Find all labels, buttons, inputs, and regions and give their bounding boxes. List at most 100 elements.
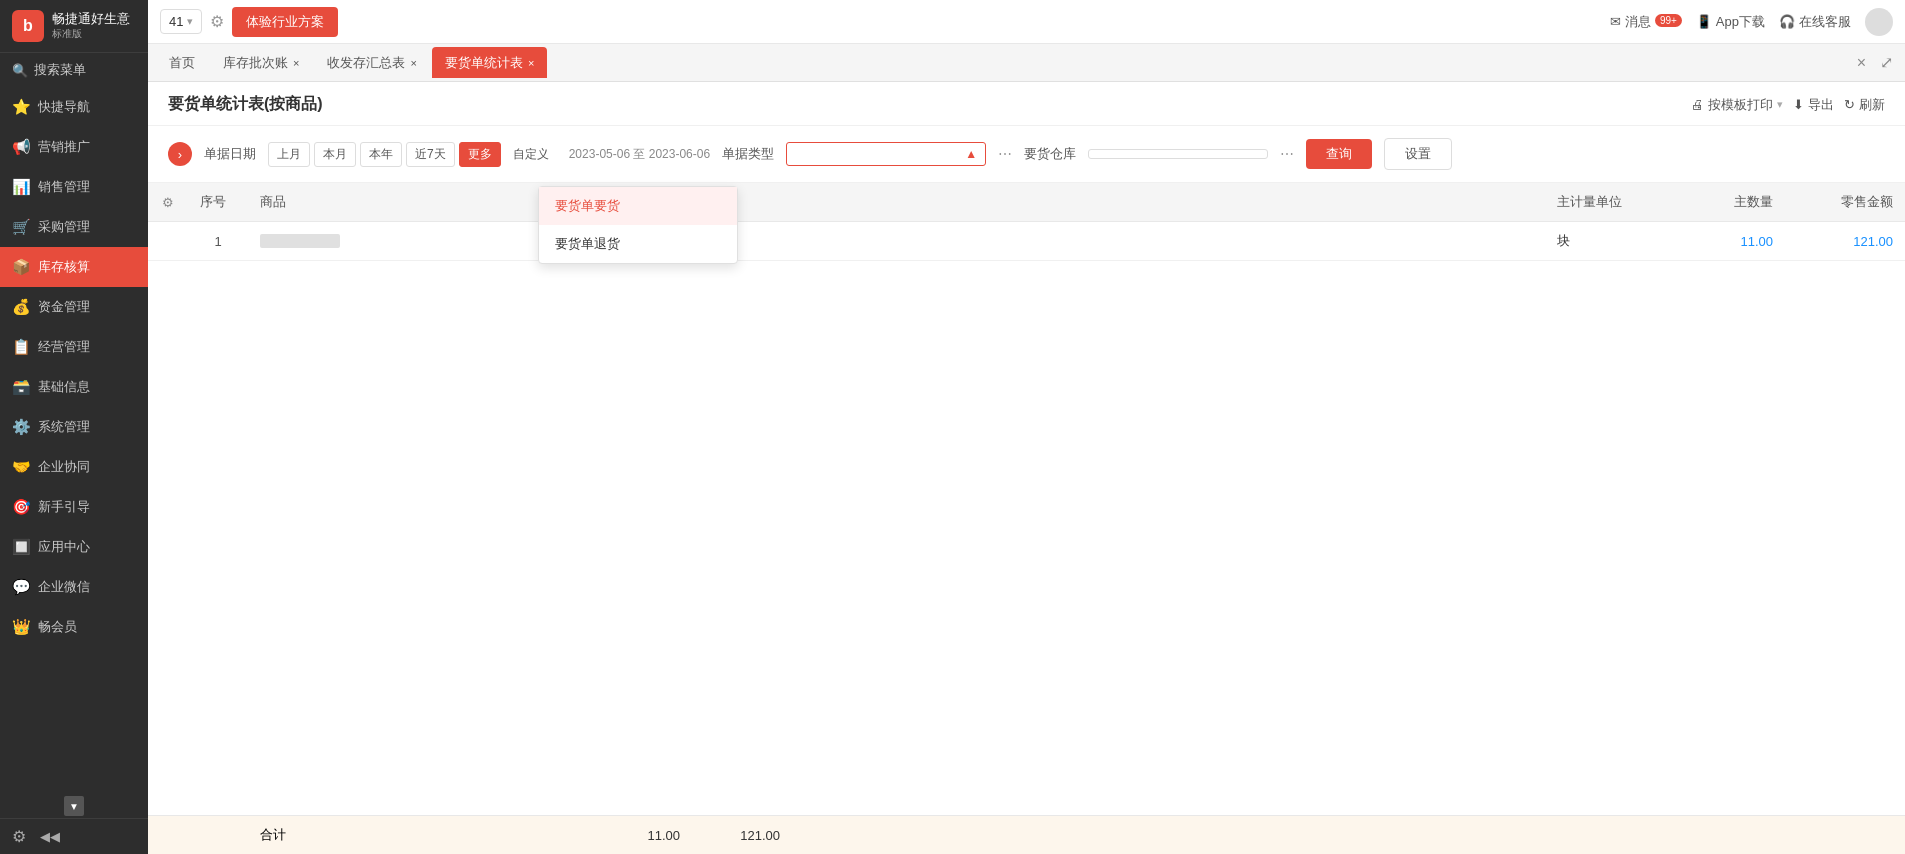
query-button[interactable]: 查询 [1306, 139, 1372, 169]
quick-nav-icon: ⭐ [12, 98, 30, 116]
th-product: 商品 [248, 183, 1545, 222]
row-product-cell [248, 222, 1545, 261]
sidebar-item-label: 系统管理 [38, 418, 90, 436]
export-action[interactable]: ⬇ 导出 [1793, 96, 1834, 114]
sidebar-item-label: 基础信息 [38, 378, 90, 396]
tab-batch-close-icon[interactable]: × [293, 57, 299, 69]
dropdown-item-order-purchase[interactable]: 要货单要货 [539, 187, 737, 225]
row-quantity-cell[interactable]: 11.00 [1665, 222, 1785, 261]
user-avatar[interactable] [1865, 8, 1893, 36]
sidebar-item-basic[interactable]: 🗃️ 基础信息 [0, 367, 148, 407]
member-icon: 👑 [12, 618, 30, 636]
row-settings-cell [148, 222, 188, 261]
set-button[interactable]: 设置 [1384, 138, 1452, 170]
header-right: ✉ 消息 99+ 📱 App下载 🎧 在线客服 [1610, 8, 1893, 36]
sidebar-item-member[interactable]: 👑 畅会员 [0, 607, 148, 647]
sidebar-collapse-icon[interactable]: ◀◀ [40, 829, 60, 844]
sidebar-item-sales[interactable]: 📊 销售管理 [0, 167, 148, 207]
trial-button[interactable]: 体验行业方案 [232, 7, 338, 37]
sidebar-item-enterprise[interactable]: 🤝 企业协同 [0, 447, 148, 487]
date-btn-custom[interactable]: 自定义 [505, 143, 557, 166]
tabs-close-all-button[interactable]: × [1853, 51, 1870, 74]
date-btn-last-7-days[interactable]: 近7天 [406, 142, 455, 167]
sidebar-item-label: 资金管理 [38, 298, 90, 316]
page-title: 要货单统计表(按商品) [168, 94, 323, 115]
sidebar-item-label: 销售管理 [38, 178, 90, 196]
th-amount: 零售金额 [1785, 183, 1905, 222]
refresh-label: 刷新 [1859, 96, 1885, 114]
messages-icon: ✉ [1610, 14, 1621, 29]
warehouse-more-icon[interactable]: ⋯ [1280, 146, 1294, 162]
sidebar-item-label: 新手引导 [38, 498, 90, 516]
sidebar-item-label: 采购管理 [38, 218, 90, 236]
sidebar-item-guide[interactable]: 🎯 新手引导 [0, 487, 148, 527]
tab-summary-label: 收发存汇总表 [327, 54, 405, 72]
page-content: 要货单统计表(按商品) 🖨 按模板打印 ▾ ⬇ 导出 ↻ 刷新 [148, 82, 1905, 854]
warehouse-filter-label: 要货仓库 [1024, 145, 1076, 163]
app-download-action[interactable]: 📱 App下载 [1696, 13, 1765, 31]
tab-batch[interactable]: 库存批次账 × [210, 47, 312, 78]
filter-more-icon[interactable]: ⋯ [998, 146, 1012, 162]
tab-order-stats-close-icon[interactable]: × [528, 57, 534, 69]
tabs-bar: 首页 库存批次账 × 收发存汇总表 × 要货单统计表 × × ⤢ [148, 44, 1905, 82]
store-name: 41 [169, 14, 183, 29]
sidebar-item-quick-nav[interactable]: ⭐ 快捷导航 [0, 87, 148, 127]
print-action[interactable]: 🖨 按模板打印 ▾ [1691, 96, 1783, 114]
appstore-icon: 🔲 [12, 538, 30, 556]
print-icon: 🖨 [1691, 97, 1704, 112]
th-num: 序号 [188, 183, 248, 222]
sidebar-item-purchase[interactable]: 🛒 采购管理 [0, 207, 148, 247]
th-quantity: 主数量 [1665, 183, 1785, 222]
sidebar-item-inventory[interactable]: 📦 库存核算 [0, 247, 148, 287]
app-download-label: App下载 [1716, 13, 1765, 31]
sidebar-item-marketing[interactable]: 📢 营销推广 [0, 127, 148, 167]
top-header: 41 ▾ ⚙ 体验行业方案 ✉ 消息 99+ 📱 App下载 🎧 在线客服 [148, 0, 1905, 44]
sidebar-item-system[interactable]: ⚙️ 系统管理 [0, 407, 148, 447]
store-selector[interactable]: 41 ▾ [160, 9, 202, 34]
finance-icon: 💰 [12, 298, 30, 316]
sidebar-item-label: 应用中心 [38, 538, 90, 556]
sidebar-settings-icon[interactable]: ⚙ [12, 827, 26, 846]
search-menu[interactable]: 🔍 搜索菜单 [0, 53, 148, 87]
row-amount-cell[interactable]: 121.00 [1785, 222, 1905, 261]
sidebar-bottom: ⚙ ◀◀ [0, 818, 148, 854]
operations-icon: 📋 [12, 338, 30, 356]
sidebar-item-appstore[interactable]: 🔲 应用中心 [0, 527, 148, 567]
warehouse-filter-select[interactable] [1088, 149, 1268, 159]
tab-summary-close-icon[interactable]: × [410, 57, 416, 69]
footer-label: 合计 [260, 826, 460, 844]
th-unit: 主计量单位 [1545, 183, 1665, 222]
app-name: 畅捷通好生意 [52, 11, 130, 28]
sidebar: b 畅捷通好生意 标准版 🔍 搜索菜单 ⭐ 快捷导航 📢 营销推广 📊 销售管理… [0, 0, 148, 854]
chevron-up-icon: ▲ [965, 147, 977, 161]
table-settings-icon[interactable]: ⚙ [162, 195, 174, 210]
sidebar-scroll-down[interactable]: ▼ [64, 796, 84, 816]
header-settings-icon[interactable]: ⚙ [210, 12, 224, 31]
dropdown-item-order-return[interactable]: 要货单退货 [539, 225, 737, 263]
chevron-down-icon: ▾ [187, 15, 193, 28]
service-icon: 🎧 [1779, 14, 1795, 29]
sales-icon: 📊 [12, 178, 30, 196]
date-btn-this-month[interactable]: 本月 [314, 142, 356, 167]
refresh-action[interactable]: ↻ 刷新 [1844, 96, 1885, 114]
tab-order-stats-label: 要货单统计表 [445, 54, 523, 72]
filter-expand-button[interactable]: › [168, 142, 192, 166]
tab-order-stats[interactable]: 要货单统计表 × [432, 47, 547, 78]
tab-home[interactable]: 首页 [156, 47, 208, 78]
online-service-action[interactable]: 🎧 在线客服 [1779, 13, 1851, 31]
tab-summary[interactable]: 收发存汇总表 × [314, 47, 429, 78]
sidebar-item-wechat[interactable]: 💬 企业微信 [0, 567, 148, 607]
sidebar-item-label: 库存核算 [38, 258, 90, 276]
messages-action[interactable]: ✉ 消息 99+ [1610, 13, 1682, 31]
sidebar-item-operations[interactable]: 📋 经营管理 [0, 327, 148, 367]
sidebar-item-label: 畅会员 [38, 618, 77, 636]
date-btn-more[interactable]: 更多 [459, 142, 501, 167]
search-icon: 🔍 [12, 63, 28, 78]
sidebar-item-finance[interactable]: 💰 资金管理 [0, 287, 148, 327]
page-header: 要货单统计表(按商品) 🖨 按模板打印 ▾ ⬇ 导出 ↻ 刷新 [148, 82, 1905, 126]
tabs-expand-button[interactable]: ⤢ [1876, 51, 1897, 74]
type-filter-select[interactable]: ▲ [786, 142, 986, 166]
header-left: 41 ▾ ⚙ 体验行业方案 [160, 7, 1600, 37]
date-btn-last-month[interactable]: 上月 [268, 142, 310, 167]
date-btn-this-year[interactable]: 本年 [360, 142, 402, 167]
